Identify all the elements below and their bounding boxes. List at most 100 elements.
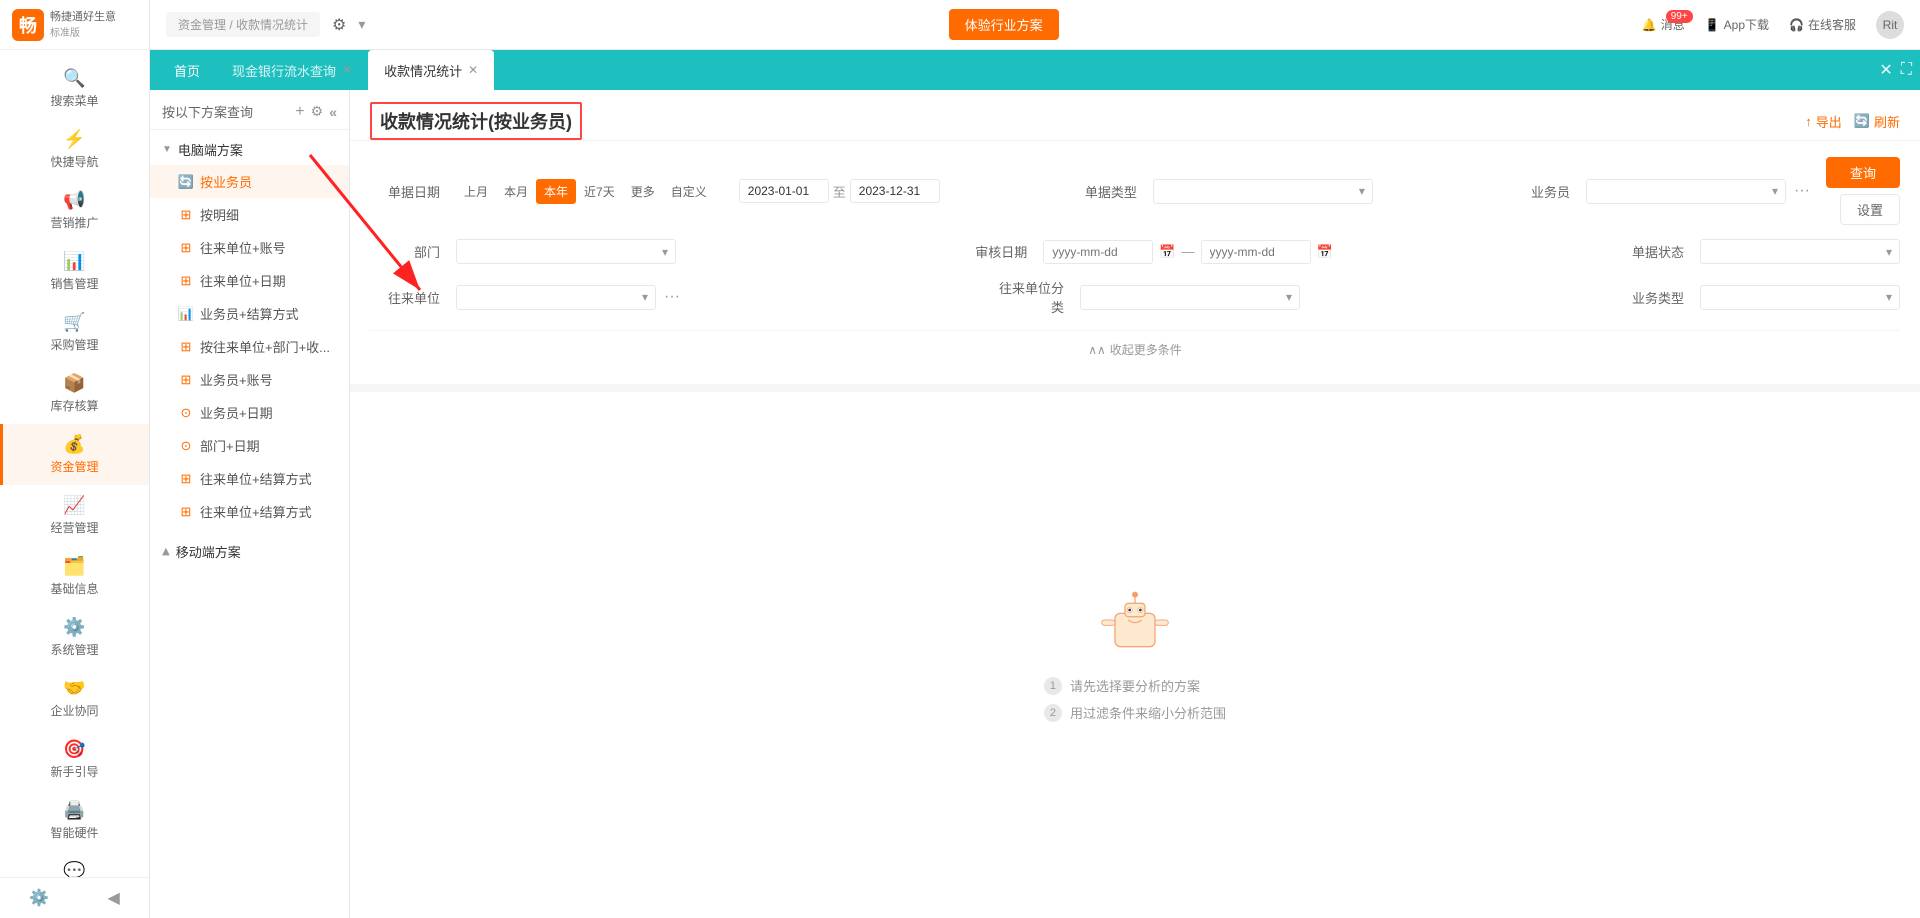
review-date-to-input[interactable] xyxy=(1201,240,1311,264)
partner-label: 往来单位 xyxy=(370,288,440,307)
filter-row-date: 单据日期 上月 本月 本年 近7天 更多 自定义 至 xyxy=(370,157,1900,225)
trial-button[interactable]: 体验行业方案 xyxy=(949,9,1059,40)
shortcut-last-month[interactable]: 上月 xyxy=(456,179,496,204)
sidebar-item-sales[interactable]: 📊 销售管理 xyxy=(0,241,149,302)
shortcut-this-month[interactable]: 本月 xyxy=(496,179,536,204)
shortcut-7days[interactable]: 近7天 xyxy=(576,179,623,204)
app-download-button[interactable]: 📱 App下载 xyxy=(1705,16,1769,33)
biz-type-select[interactable] xyxy=(1700,285,1900,310)
sidebar-item-finance[interactable]: 💰 资金管理 xyxy=(0,424,149,485)
collapse-bar[interactable]: ∧∧ 收起更多条件 xyxy=(370,330,1900,368)
tab-home[interactable]: 首页 xyxy=(158,50,216,90)
scheme-item-partner-settlement2[interactable]: ⊞ 往来单位+结算方式 xyxy=(150,495,349,528)
sidebar-item-quicknav[interactable]: ⚡ 快捷导航 xyxy=(0,119,149,180)
doc-type-select[interactable] xyxy=(1153,179,1373,204)
scheme-item-label: 业务员+日期 xyxy=(200,403,273,422)
tab-maximize-icon[interactable]: ⛶ xyxy=(1901,61,1912,79)
scheme-item-partner-date[interactable]: ⊞ 往来单位+日期 xyxy=(150,264,349,297)
scheme-icon-partner-dept: ⊞ xyxy=(178,339,194,355)
scheme-item-partner-settlement1[interactable]: ⊞ 往来单位+结算方式 xyxy=(150,462,349,495)
partner-category-select[interactable] xyxy=(1080,285,1300,310)
left-panel: 按以下方案查询 + ⚙ « ▼ 电脑端方案 🔄 按业务员 xyxy=(150,90,350,918)
sidebar-item-label: 企业协同 xyxy=(50,702,98,719)
newbie-icon: 🎯 xyxy=(63,739,85,760)
date-from-input[interactable] xyxy=(739,179,829,203)
online-service-button[interactable]: 🎧 在线客服 xyxy=(1789,16,1856,33)
filter-setting-button[interactable]: 设置 xyxy=(1840,194,1900,225)
doc-status-select-wrapper xyxy=(1700,239,1900,264)
sales-icon: 📊 xyxy=(63,251,85,272)
scheme-item-salesman-account[interactable]: ⊞ 业务员+账号 xyxy=(150,363,349,396)
app-logo: 畅 畅捷通好生意 标准版 xyxy=(0,0,149,50)
tab-collection-close[interactable]: ✕ xyxy=(468,63,478,77)
tab-collection[interactable]: 收款情况统计 ✕ xyxy=(368,50,494,90)
sidebar-item-wechat[interactable]: 💬 企业微信 xyxy=(0,851,149,877)
shortcut-this-year[interactable]: 本年 xyxy=(536,179,576,204)
sidebar-item-system[interactable]: ⚙️ 系统管理 xyxy=(0,607,149,668)
shortcut-custom[interactable]: 自定义 xyxy=(663,179,715,204)
scheme-icon-partner-settlement2: ⊞ xyxy=(178,504,194,520)
mobile-scheme-group: ▶ 移动端方案 xyxy=(150,532,349,571)
messages-button[interactable]: 🔔 消息 99+ xyxy=(1642,16,1685,33)
scheme-item-label: 部门+日期 xyxy=(200,436,260,455)
sidebar-item-basicinfo[interactable]: 🗂️ 基础信息 xyxy=(0,546,149,607)
scheme-icon-detail: ⊞ xyxy=(178,207,194,223)
doc-type-label: 单据类型 xyxy=(1067,182,1137,201)
wechat-icon: 💬 xyxy=(63,861,85,877)
online-service-label: 在线客服 xyxy=(1808,16,1856,33)
partner-select[interactable] xyxy=(456,285,656,310)
date-to-input[interactable] xyxy=(850,179,940,203)
main-area: 资金管理 / 收款情况统计 ⚙ ▾ 体验行业方案 🔔 消息 99+ 📱 App下… xyxy=(150,0,1920,918)
collapse-panel-icon[interactable]: « xyxy=(329,104,337,120)
sidebar-item-newbie[interactable]: 🎯 新手引导 xyxy=(0,729,149,790)
scheme-item-partner-dept[interactable]: ⊞ 按往来单位+部门+收... xyxy=(150,330,349,363)
scheme-icon-dept-date: ⊙ xyxy=(178,438,194,454)
scheme-item-salesman-date[interactable]: ⊙ 业务员+日期 xyxy=(150,396,349,429)
calendar-from-icon[interactable]: 📅 xyxy=(1159,244,1175,260)
doc-status-select[interactable] xyxy=(1700,239,1900,264)
review-date-from-input[interactable] xyxy=(1043,240,1153,264)
topbar-gear-icon[interactable]: ⚙ xyxy=(332,15,346,35)
sidebar-item-marketing[interactable]: 📢 营销推广 xyxy=(0,180,149,241)
sidebar-item-collab[interactable]: 🤝 企业协同 xyxy=(0,668,149,729)
topbar-dropdown-icon[interactable]: ▾ xyxy=(358,16,365,33)
partner-more-icon[interactable]: ··· xyxy=(664,288,680,306)
dept-select-wrapper xyxy=(456,239,676,264)
scheme-item-label: 往来单位+结算方式 xyxy=(200,502,312,521)
scheme-item-dept-date[interactable]: ⊙ 部门+日期 xyxy=(150,429,349,462)
collapse-icon[interactable]: ◀ xyxy=(107,888,119,908)
shortcut-more[interactable]: 更多 xyxy=(623,179,663,204)
salesman-select[interactable] xyxy=(1586,179,1786,204)
calendar-to-icon[interactable]: 📅 xyxy=(1317,244,1333,260)
sidebar-item-hardware[interactable]: 🖨️ 智能硬件 xyxy=(0,790,149,851)
tab-bank-flow-close[interactable]: ✕ xyxy=(342,63,352,77)
settings-bottom-icon[interactable]: ⚙️ xyxy=(29,888,49,908)
sidebar-item-purchase[interactable]: 🛒 采购管理 xyxy=(0,302,149,363)
user-avatar[interactable]: Rit xyxy=(1876,11,1904,39)
page-title: 收款情况统计(按业务员) xyxy=(370,102,582,140)
scheme-item-by-salesman[interactable]: 🔄 按业务员 xyxy=(150,165,349,198)
add-scheme-button[interactable]: + xyxy=(295,103,304,121)
refresh-button[interactable]: 🔄 刷新 xyxy=(1854,112,1900,131)
left-panel-title: 按以下方案查询 xyxy=(162,102,253,121)
sidebar: 畅 畅捷通好生意 标准版 🔍 搜索菜单 ⚡ 快捷导航 xyxy=(0,0,150,918)
scheme-icon-salesman-account: ⊞ xyxy=(178,372,194,388)
tab-bar: 首页 现金银行流水查询 ✕ 收款情况统计 ✕ ✕ ⛶ xyxy=(150,50,1920,90)
export-button[interactable]: ↑ 导出 xyxy=(1805,112,1842,131)
biz-type-select-wrapper xyxy=(1700,285,1900,310)
query-button[interactable]: 查询 xyxy=(1826,157,1900,188)
scheme-item-salesman-settlement[interactable]: 📊 业务员+结算方式 xyxy=(150,297,349,330)
scheme-item-partner-account[interactable]: ⊞ 往来单位+账号 xyxy=(150,231,349,264)
tab-close-window-icon[interactable]: ✕ xyxy=(1879,60,1892,80)
pc-scheme-group-title[interactable]: ▼ 电脑端方案 xyxy=(150,134,349,165)
sidebar-item-search[interactable]: 🔍 搜索菜单 xyxy=(0,58,149,119)
scheme-item-detail[interactable]: ⊞ 按明细 xyxy=(150,198,349,231)
sidebar-item-operations[interactable]: 📈 经营管理 xyxy=(0,485,149,546)
scheme-setting-icon[interactable]: ⚙ xyxy=(311,103,324,120)
salesman-more-icon[interactable]: ··· xyxy=(1794,182,1810,200)
tab-bank-flow[interactable]: 现金银行流水查询 ✕ xyxy=(216,50,368,90)
mobile-scheme-group-title[interactable]: ▶ 移动端方案 xyxy=(150,536,349,567)
search-icon: 🔍 xyxy=(63,68,85,89)
dept-select[interactable] xyxy=(456,239,676,264)
sidebar-item-inventory[interactable]: 📦 库存核算 xyxy=(0,363,149,424)
